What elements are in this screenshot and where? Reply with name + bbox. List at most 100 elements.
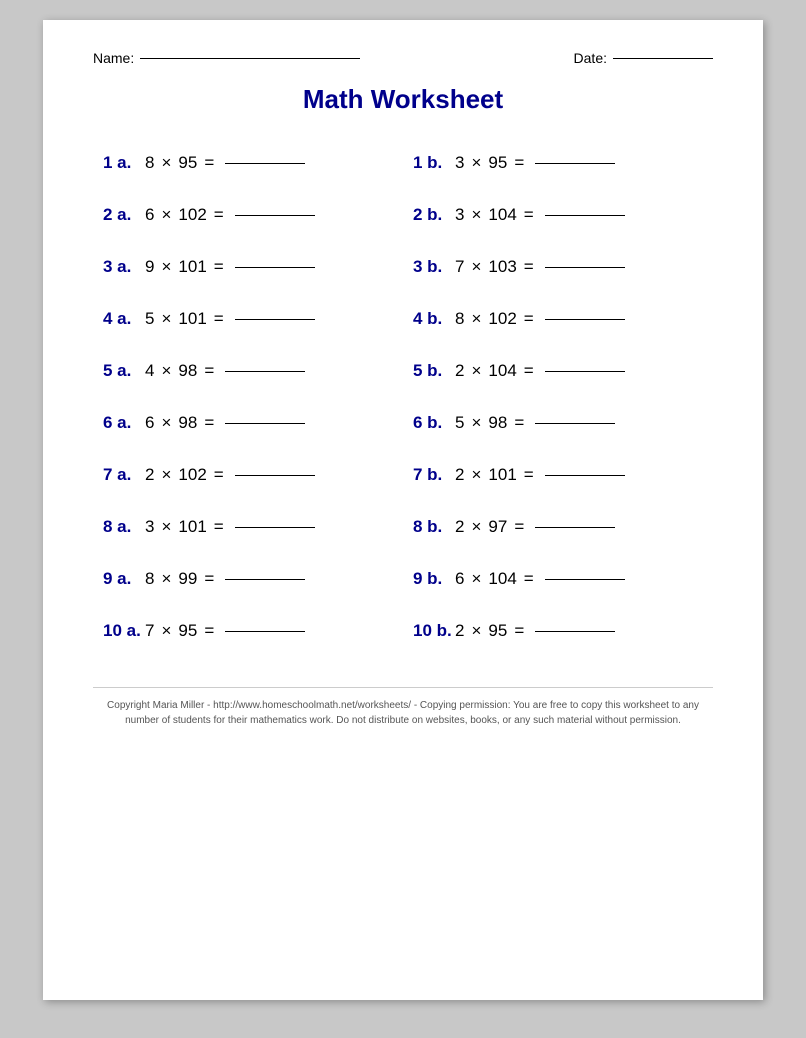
equals-symbol: =	[524, 465, 534, 485]
problem-expr: 8 × 99 =	[145, 569, 305, 589]
times-symbol: ×	[471, 465, 481, 485]
problem-cell: 1 a. 8 × 95 =	[93, 137, 403, 189]
equals-symbol: =	[524, 361, 534, 381]
operand2: 99	[178, 569, 197, 589]
answer-line	[235, 267, 315, 268]
problem-cell: 3 b. 7 × 103 =	[403, 241, 713, 293]
equals-symbol: =	[204, 569, 214, 589]
equals-symbol: =	[524, 309, 534, 329]
operand2: 95	[488, 621, 507, 641]
problem-label: 9 a.	[103, 569, 145, 589]
problem-label: 4 a.	[103, 309, 145, 329]
problem-cell: 1 b. 3 × 95 =	[403, 137, 713, 189]
problem-cell: 9 a. 8 × 99 =	[93, 553, 403, 605]
times-symbol: ×	[471, 309, 481, 329]
equals-symbol: =	[214, 517, 224, 537]
times-symbol: ×	[471, 361, 481, 381]
problem-expr: 6 × 102 =	[145, 205, 315, 225]
problem-label: 3 b.	[413, 257, 455, 277]
date-label: Date:	[574, 50, 607, 66]
operand2: 98	[178, 413, 197, 433]
operand2: 98	[488, 413, 507, 433]
problem-cell: 10 a. 7 × 95 =	[93, 605, 403, 657]
problem-cell: 6 a. 6 × 98 =	[93, 397, 403, 449]
operand1: 2	[455, 621, 464, 641]
answer-line	[235, 475, 315, 476]
operand2: 101	[178, 309, 206, 329]
name-field: Name:	[93, 50, 360, 66]
times-symbol: ×	[471, 621, 481, 641]
operand2: 103	[488, 257, 516, 277]
problem-expr: 6 × 98 =	[145, 413, 305, 433]
times-symbol: ×	[161, 257, 171, 277]
operand1: 3	[455, 153, 464, 173]
times-symbol: ×	[471, 153, 481, 173]
operand1: 4	[145, 361, 154, 381]
problem-cell: 2 a. 6 × 102 =	[93, 189, 403, 241]
problem-label: 6 b.	[413, 413, 455, 433]
operand1: 7	[145, 621, 154, 641]
problem-cell: 5 a. 4 × 98 =	[93, 345, 403, 397]
problem-expr: 3 × 101 =	[145, 517, 315, 537]
times-symbol: ×	[471, 257, 481, 277]
times-symbol: ×	[471, 517, 481, 537]
date-field: Date:	[574, 50, 713, 66]
problem-expr: 5 × 101 =	[145, 309, 315, 329]
equals-symbol: =	[524, 569, 534, 589]
problem-expr: 7 × 103 =	[455, 257, 625, 277]
operand2: 95	[178, 153, 197, 173]
operand2: 101	[488, 465, 516, 485]
operand1: 3	[145, 517, 154, 537]
problem-label: 8 b.	[413, 517, 455, 537]
answer-line	[225, 579, 305, 580]
equals-symbol: =	[524, 257, 534, 277]
equals-symbol: =	[214, 309, 224, 329]
times-symbol: ×	[161, 517, 171, 537]
problem-expr: 9 × 101 =	[145, 257, 315, 277]
equals-symbol: =	[204, 153, 214, 173]
problem-label: 7 a.	[103, 465, 145, 485]
equals-symbol: =	[214, 257, 224, 277]
operand1: 2	[455, 517, 464, 537]
answer-line	[225, 371, 305, 372]
problem-label: 4 b.	[413, 309, 455, 329]
answer-line	[535, 163, 615, 164]
answer-line	[545, 319, 625, 320]
answer-line	[225, 631, 305, 632]
problem-expr: 3 × 104 =	[455, 205, 625, 225]
answer-line	[545, 215, 625, 216]
problem-cell: 7 b. 2 × 101 =	[403, 449, 713, 501]
operand1: 6	[145, 413, 154, 433]
operand2: 101	[178, 517, 206, 537]
operand1: 2	[145, 465, 154, 485]
answer-line	[545, 579, 625, 580]
answer-line	[535, 527, 615, 528]
problem-expr: 5 × 98 =	[455, 413, 615, 433]
problem-expr: 2 × 101 =	[455, 465, 625, 485]
answer-line	[235, 215, 315, 216]
answer-line	[535, 423, 615, 424]
problem-expr: 4 × 98 =	[145, 361, 305, 381]
problem-label: 3 a.	[103, 257, 145, 277]
operand1: 5	[455, 413, 464, 433]
problem-expr: 2 × 95 =	[455, 621, 615, 641]
problem-expr: 2 × 102 =	[145, 465, 315, 485]
equals-symbol: =	[514, 413, 524, 433]
problem-expr: 8 × 102 =	[455, 309, 625, 329]
problem-label: 2 b.	[413, 205, 455, 225]
equals-symbol: =	[514, 153, 524, 173]
problem-expr: 3 × 95 =	[455, 153, 615, 173]
operand2: 102	[488, 309, 516, 329]
operand1: 2	[455, 465, 464, 485]
times-symbol: ×	[161, 205, 171, 225]
name-label: Name:	[93, 50, 134, 66]
problem-expr: 8 × 95 =	[145, 153, 305, 173]
equals-symbol: =	[524, 205, 534, 225]
answer-line	[545, 371, 625, 372]
operand2: 101	[178, 257, 206, 277]
problems-grid: 1 a. 8 × 95 = 1 b. 3 × 95 = 2 a. 6 ×	[93, 137, 713, 657]
equals-symbol: =	[204, 413, 214, 433]
operand2: 102	[178, 205, 206, 225]
problem-cell: 2 b. 3 × 104 =	[403, 189, 713, 241]
operand1: 2	[455, 361, 464, 381]
